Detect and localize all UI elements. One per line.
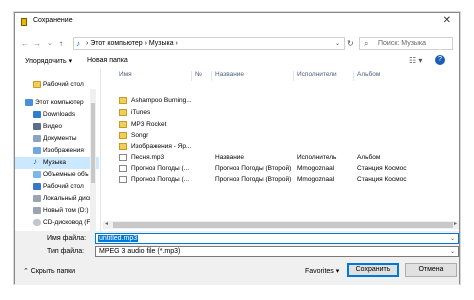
address-bar[interactable]: ♪ › Этот компьютер › Музыка › ⌄ [73, 37, 345, 50]
title-bar: Сохранение ✕ [15, 13, 459, 31]
column-header-number[interactable]: № [195, 71, 202, 81]
filetype-label: Тип файла: [47, 248, 85, 255]
column-header-title[interactable]: Название [215, 71, 244, 81]
close-icon[interactable]: ✕ [443, 15, 451, 26]
column-divider [293, 71, 294, 81]
list-item[interactable]: Песня.mp3 Название Исполнитель Альбом [103, 152, 459, 163]
filetype-select[interactable]: MPEG 3 audio file (*.mp3) ⌄ [95, 246, 459, 257]
download-icon [33, 111, 41, 118]
history-dropdown-icon[interactable]: ⌄ [47, 39, 53, 47]
chevron-down-icon[interactable]: ⌄ [450, 235, 455, 242]
music-note-icon: ♪ [33, 157, 37, 166]
computer-icon [25, 99, 33, 106]
nav-item-this-pc[interactable]: Этот компьютер [15, 97, 99, 109]
cancel-button[interactable]: Отмена [405, 263, 457, 277]
window-title: Сохранение [33, 17, 73, 24]
folder-icon [119, 132, 127, 139]
back-arrow-icon[interactable]: ← [21, 39, 29, 48]
nav-item-volume-d[interactable]: Новый том (D:) [15, 205, 99, 217]
view-options-icon[interactable]: ☷ ▾ [409, 56, 422, 65]
pictures-icon [33, 147, 41, 154]
forward-arrow-icon[interactable]: → [33, 39, 41, 48]
video-icon [33, 123, 41, 130]
list-item[interactable]: Ashampoo Burning... [103, 95, 459, 106]
folder-icon [119, 109, 127, 116]
file-list: Имя № Название Исполнители Альбом Ashamp… [103, 69, 459, 233]
favorites-button[interactable]: Favorites ▾ [305, 267, 339, 275]
nav-item-3d-objects[interactable]: Объемные объ [15, 169, 99, 181]
column-header-album[interactable]: Альбом [357, 71, 380, 81]
column-divider [211, 71, 212, 81]
list-item[interactable]: MP3 Rocket [103, 119, 459, 130]
audio-file-icon [119, 165, 127, 172]
app-icon [21, 18, 27, 26]
nav-item-local-disk[interactable]: Локальный диск [15, 193, 99, 205]
music-note-icon: ♪ [76, 39, 80, 48]
refresh-icon[interactable]: ↻ [347, 39, 354, 48]
nav-item-music[interactable]: ♪ Музыка [15, 157, 99, 169]
folder-icon [119, 143, 127, 150]
up-arrow-icon[interactable]: ↑ [59, 39, 63, 48]
desktop-icon [33, 183, 41, 190]
scroll-right-icon[interactable]: ▸ [454, 220, 457, 227]
column-header-artists[interactable]: Исполнители [297, 71, 337, 81]
search-placeholder: Поиск: Музыка [378, 40, 427, 47]
nav-item-desktop-quick[interactable]: Рабочий стол [15, 79, 99, 91]
nav-item-desktop[interactable]: Рабочий стол [15, 181, 99, 193]
column-divider [191, 71, 192, 81]
hide-folders-button[interactable]: ⌃ Скрыть папки [23, 267, 75, 275]
new-folder-button[interactable]: Новая папка [87, 57, 128, 64]
toolbar: Упорядочить ▾ Новая папка ☷ ▾ ? [15, 53, 459, 69]
list-item[interactable]: Songr [103, 130, 459, 141]
save-button[interactable]: Сохранить [347, 263, 399, 277]
address-row: ← → ⌄ ↑ ♪ › Этот компьютер › Музыка › ⌄ … [15, 35, 459, 51]
cd-icon [33, 219, 41, 226]
folder-icon [33, 81, 41, 88]
folder-icon [119, 121, 127, 128]
drive-icon [33, 207, 41, 214]
filename-field[interactable]: untitled.mp3 ⌄ [95, 233, 459, 244]
save-dialog: Сохранение ✕ ← → ⌄ ↑ ♪ › Этот компьютер … [14, 12, 460, 285]
scrollbar-thumb[interactable] [91, 103, 95, 183]
breadcrumb[interactable]: › Этот компьютер › Музыка › [86, 40, 178, 47]
nav-item-documents[interactable]: Документы [15, 133, 99, 145]
chevron-down-icon[interactable]: ⌄ [450, 248, 455, 255]
audio-file-icon [119, 154, 127, 161]
drive-icon [33, 195, 41, 202]
scrollbar-thumb[interactable] [113, 222, 453, 228]
horizontal-scrollbar[interactable]: ◂ ▸ [103, 221, 459, 229]
list-item[interactable]: Изображения - Яр... [103, 141, 459, 152]
search-icon: ⌕ [364, 39, 369, 48]
organize-button[interactable]: Упорядочить ▾ [25, 57, 72, 65]
list-item[interactable]: iTunes [103, 107, 459, 118]
list-item[interactable]: Прогноз Погоды (... Прогноз Погоды (Втор… [103, 163, 459, 174]
nav-item-cd-drive[interactable]: CD-дисковод (F [15, 217, 99, 229]
search-input[interactable]: ⌕ Поиск: Музыка [359, 37, 453, 50]
documents-icon [33, 135, 41, 142]
column-divider [353, 71, 354, 81]
chevron-down-icon[interactable]: ⌄ [335, 40, 340, 47]
cube-icon [33, 171, 41, 178]
audio-file-icon [119, 176, 127, 183]
nav-item-downloads[interactable]: Downloads [15, 109, 99, 121]
nav-scrollbar[interactable] [90, 89, 96, 233]
folder-icon [119, 97, 127, 104]
nav-item-video[interactable]: Видео [15, 121, 99, 133]
scroll-left-icon[interactable]: ◂ [105, 220, 108, 227]
navigation-pane: Рабочий стол Этот компьютер Downloads Ви… [15, 69, 101, 233]
filename-label: Имя файла: [47, 235, 87, 242]
help-icon[interactable]: ? [435, 55, 445, 65]
list-item[interactable]: Прогноз Погоды (... Прогноз Погоды (Втор… [103, 174, 459, 185]
nav-item-pictures[interactable]: Изображения [15, 145, 99, 157]
column-header-name[interactable]: Имя [119, 71, 132, 81]
